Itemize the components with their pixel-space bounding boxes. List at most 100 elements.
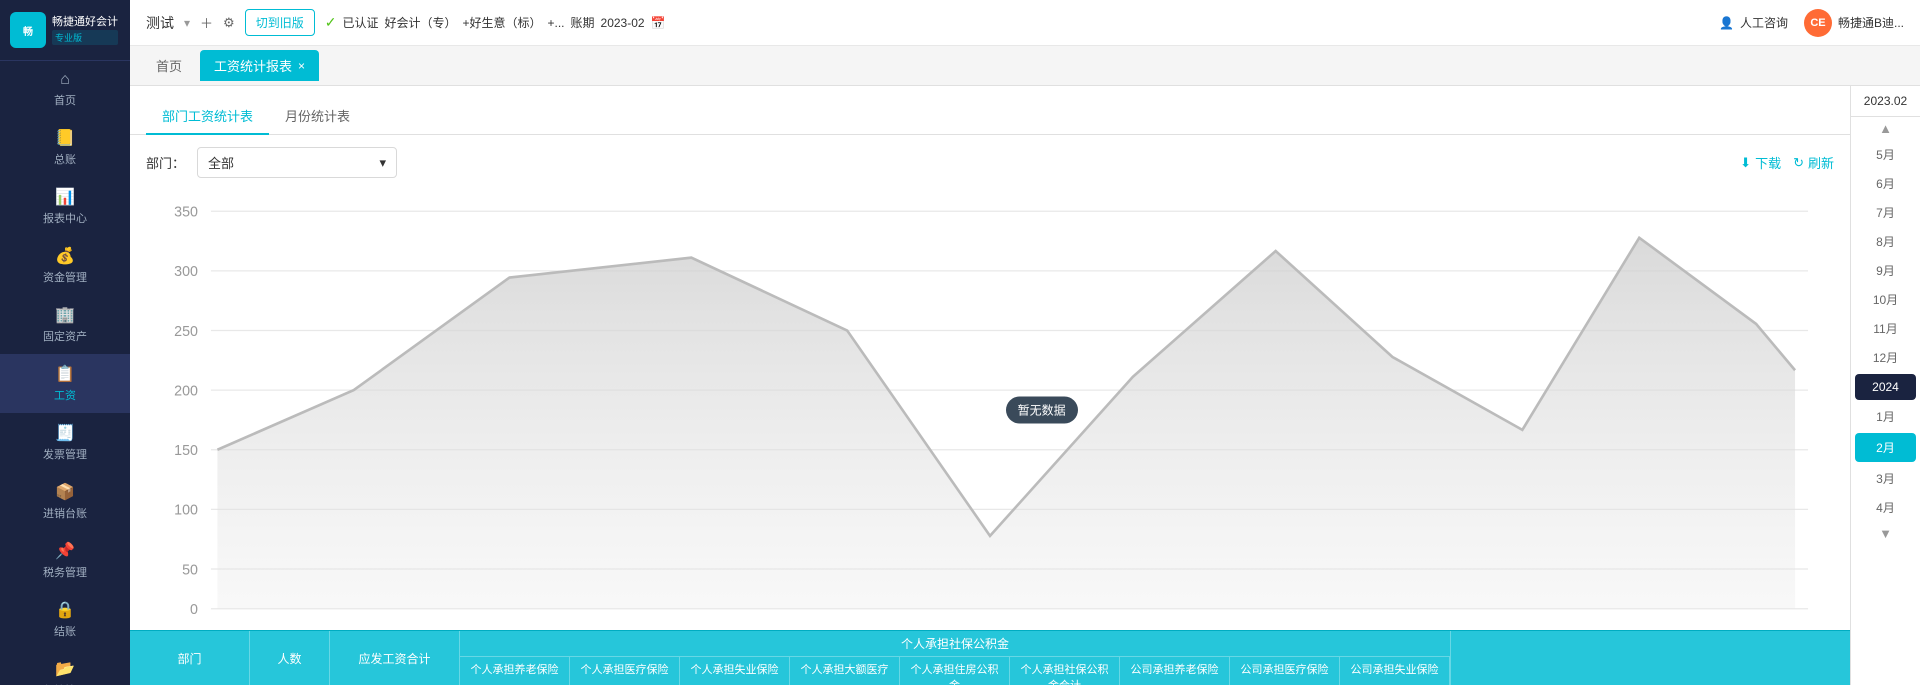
- topbar-plus[interactable]: ＋: [200, 13, 213, 32]
- logo-badge: 专业版: [52, 30, 118, 45]
- sidebar-nav: ⌂ 首页📒 总账📊 报表中心💰 资金管理🏢 固定资产📋 工资🧾 发票管理📦 进销…: [0, 61, 130, 685]
- assets-icon: 🏢: [55, 305, 75, 325]
- date-scroll-up[interactable]: ▲: [1851, 117, 1920, 140]
- topbar-settings[interactable]: ⚙: [223, 15, 235, 31]
- sidebar-item-payroll[interactable]: 📋 工资: [0, 354, 130, 413]
- sidebar-item-assets[interactable]: 🏢 固定资产: [0, 295, 130, 354]
- ai-consult[interactable]: 👤 人工咨询: [1719, 14, 1788, 31]
- tab-label: 工资统计报表: [214, 56, 292, 75]
- topbar-status: ✓ 已认证 好会计（专） +好生意（标） +... 账期 2023-02 📅: [325, 14, 666, 31]
- topbar: 测试 ▾ ＋ ⚙ 切到旧版 ✓ 已认证 好会计（专） +好生意（标） +... …: [130, 0, 1920, 46]
- reports-icon: 📊: [55, 187, 75, 207]
- invoice-label: 发票管理: [43, 446, 87, 462]
- closing-icon: 🔒: [55, 600, 75, 620]
- th-sub-公司承担养老保险: 公司承担养老保险: [1120, 657, 1230, 685]
- th-group-social: 个人承担社保公积金个人承担养老保险个人承担医疗保险个人承担失业保险个人承担大额医…: [460, 631, 1451, 685]
- sidebar-item-funds[interactable]: 💰 资金管理: [0, 236, 130, 295]
- ledger-label: 总账: [54, 151, 76, 167]
- ai-label: 人工咨询: [1740, 14, 1788, 31]
- date-item-12月[interactable]: 12月: [1851, 343, 1920, 372]
- user-profile[interactable]: CE 畅捷通B迪...: [1804, 9, 1904, 37]
- page-area: 部门工资统计表月份统计表 部门： 全部 ▾ ⬇ 下载 ↻ 刷新: [130, 86, 1920, 685]
- sub-tab-dept[interactable]: 部门工资统计表: [146, 98, 269, 135]
- date-scroll-down[interactable]: ▼: [1851, 522, 1920, 545]
- tax-label: 税务管理: [43, 564, 87, 580]
- topbar-title: 测试: [146, 13, 174, 33]
- content-panel: 部门工资统计表月份统计表 部门： 全部 ▾ ⬇ 下载 ↻ 刷新: [130, 86, 1850, 685]
- date-item-4月[interactable]: 4月: [1851, 493, 1920, 522]
- th-应发工资合计: 应发工资合计: [330, 631, 460, 685]
- date-item-10月[interactable]: 10月: [1851, 285, 1920, 314]
- payroll-icon: 📋: [55, 364, 75, 384]
- status-verified: 已认证: [342, 14, 378, 31]
- th-sub-个人承担住房公积金: 个人承担住房公积金: [900, 657, 1010, 685]
- date-item-2月[interactable]: 2月: [1855, 433, 1916, 462]
- th-sub-个人承担养老保险: 个人承担养老保险: [460, 657, 570, 685]
- sidebar-item-tax[interactable]: 📌 税务管理: [0, 531, 130, 590]
- username-label: 畅捷通B迪...: [1838, 14, 1904, 31]
- funds-label: 资金管理: [43, 269, 87, 285]
- date-item-1月[interactable]: 1月: [1851, 402, 1920, 431]
- main-content: 测试 ▾ ＋ ⚙ 切到旧版 ✓ 已认证 好会计（专） +好生意（标） +... …: [130, 0, 1920, 685]
- tax-icon: 📌: [55, 541, 75, 561]
- period-label: 账期: [571, 14, 595, 31]
- refresh-icon: ↻: [1793, 155, 1804, 171]
- tab-home[interactable]: 首页: [142, 50, 196, 81]
- sidebar-item-archive[interactable]: 📂 归档管理: [0, 649, 130, 685]
- reports-label: 报表中心: [43, 210, 87, 226]
- date-item-9月[interactable]: 9月: [1851, 256, 1920, 285]
- status-more: +...: [548, 16, 565, 30]
- sidebar-item-reports[interactable]: 📊 报表中心: [0, 177, 130, 236]
- th-sub-个人承担社保公积金合计: 个人承担社保公积金合计: [1010, 657, 1120, 685]
- svg-text:50: 50: [182, 562, 198, 578]
- sidebar: 畅 畅捷通好会计 专业版 ⌂ 首页📒 总账📊 报表中心💰 资金管理🏢 固定资产📋…: [0, 0, 130, 685]
- date-item-11月[interactable]: 11月: [1851, 314, 1920, 343]
- sub-tab-monthly[interactable]: 月份统计表: [269, 98, 366, 135]
- svg-text:200: 200: [174, 383, 198, 399]
- refresh-btn[interactable]: ↻ 刷新: [1793, 153, 1834, 172]
- date-item-7月[interactable]: 7月: [1851, 198, 1920, 227]
- date-item-6月[interactable]: 6月: [1851, 169, 1920, 198]
- verified-icon: ✓: [325, 14, 337, 31]
- ai-icon: 👤: [1719, 16, 1734, 30]
- tab-close-btn[interactable]: ×: [298, 59, 305, 73]
- sidebar-item-closing[interactable]: 🔒 结账: [0, 590, 130, 649]
- th-sub-公司承担失业保险: 公司承担失业保险: [1340, 657, 1450, 685]
- sidebar-item-home[interactable]: ⌂ 首页: [0, 61, 130, 118]
- date-panel: 2023.02 ▲ 5月6月7月8月9月10月11月12月20241月2月3月4…: [1850, 86, 1920, 685]
- download-btn[interactable]: ⬇ 下载: [1740, 153, 1781, 172]
- home-label: 首页: [54, 92, 76, 108]
- date-item-5月[interactable]: 5月: [1851, 140, 1920, 169]
- sub-tabs: 部门工资统计表月份统计表: [130, 86, 1850, 135]
- calendar-icon[interactable]: 📅: [651, 16, 666, 30]
- app-logo: 畅 畅捷通好会计 专业版: [0, 0, 130, 61]
- date-item-8月[interactable]: 8月: [1851, 227, 1920, 256]
- sales-label: 进销台账: [43, 505, 87, 521]
- logo-text: 畅捷通好会计: [52, 15, 118, 29]
- tab-payroll-report[interactable]: 工资统计报表 ×: [200, 50, 319, 81]
- toolbar-actions: ⬇ 下载 ↻ 刷新: [1740, 153, 1834, 172]
- dept-select[interactable]: 全部 ▾: [197, 147, 397, 178]
- table-header: 部门人数应发工资合计个人承担社保公积金个人承担养老保险个人承担医疗保险个人承担失…: [130, 630, 1850, 685]
- svg-text:250: 250: [174, 324, 198, 340]
- closing-label: 结账: [54, 623, 76, 639]
- svg-text:150: 150: [174, 443, 198, 459]
- date-item-3月[interactable]: 3月: [1851, 464, 1920, 493]
- th-人数: 人数: [250, 631, 330, 685]
- sidebar-item-sales[interactable]: 📦 进销台账: [0, 472, 130, 531]
- chart-area: 350 300 250 200 150 100 50 0: [130, 190, 1850, 630]
- topbar-right: 👤 人工咨询 CE 畅捷通B迪...: [1719, 9, 1904, 37]
- date-item-2024[interactable]: 2024: [1855, 374, 1916, 400]
- th-部门: 部门: [130, 631, 250, 685]
- logo-icon: 畅: [10, 12, 46, 48]
- switch-old-btn[interactable]: 切到旧版: [245, 9, 315, 36]
- toolbar: 部门： 全部 ▾ ⬇ 下载 ↻ 刷新: [130, 135, 1850, 190]
- ledger-icon: 📒: [55, 128, 75, 148]
- svg-text:300: 300: [174, 264, 198, 280]
- invoice-icon: 🧾: [55, 423, 75, 443]
- th-sub-公司承担医疗保险: 公司承担医疗保险: [1230, 657, 1340, 685]
- chart-svg: 350 300 250 200 150 100 50 0: [146, 198, 1834, 622]
- sidebar-item-invoice[interactable]: 🧾 发票管理: [0, 413, 130, 472]
- sidebar-item-ledger[interactable]: 📒 总账: [0, 118, 130, 177]
- refresh-label: 刷新: [1808, 153, 1834, 172]
